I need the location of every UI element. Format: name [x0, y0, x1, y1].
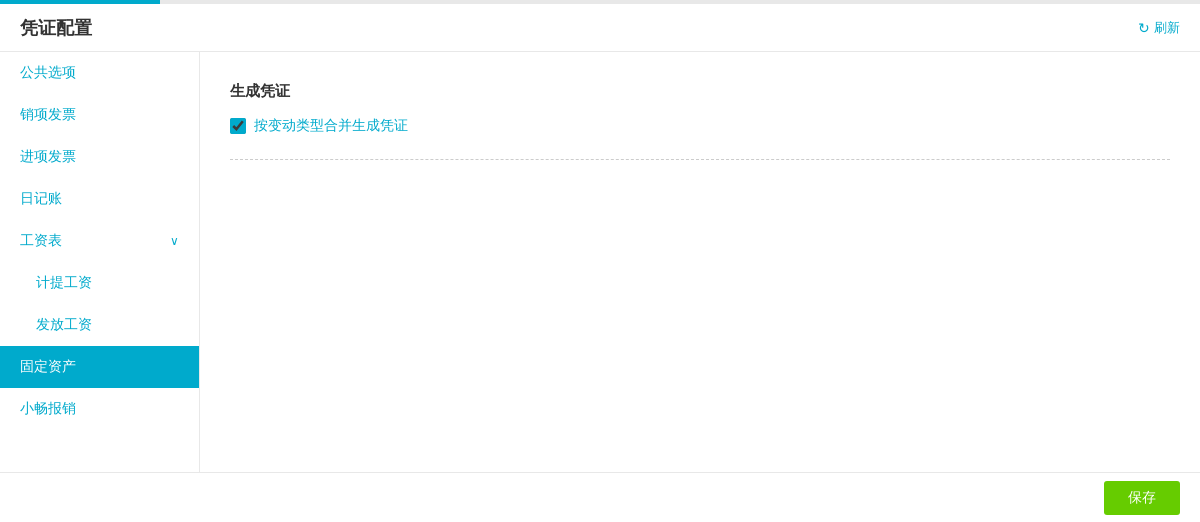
sidebar-item-purchase-invoice[interactable]: 进项发票 — [0, 136, 199, 178]
section-divider — [230, 159, 1170, 160]
sidebar-item-label: 公共选项 — [20, 64, 76, 82]
page-title: 凭证配置 — [20, 16, 92, 40]
sidebar-item-journal[interactable]: 日记账 — [0, 178, 199, 220]
sidebar-item-label: 日记账 — [20, 190, 62, 208]
chevron-down-icon: ∨ — [170, 234, 179, 248]
checkbox-row: 按变动类型合并生成凭证 — [230, 117, 1170, 135]
sidebar-item-fixed-assets[interactable]: 固定资产 — [0, 346, 199, 388]
sidebar-item-distribution-payroll[interactable]: 发放工资 — [0, 304, 199, 346]
sidebar-item-label: 销项发票 — [20, 106, 76, 124]
section-title: 生成凭证 — [230, 82, 1170, 101]
sidebar-item-label: 进项发票 — [20, 148, 76, 166]
page-footer: 保存 — [0, 472, 1200, 522]
sidebar-item-expense-reimbursement[interactable]: 小畅报销 — [0, 388, 199, 430]
refresh-button[interactable]: ↻ 刷新 — [1138, 19, 1180, 37]
sidebar-item-payroll-table[interactable]: 工资表 ∨ — [0, 220, 199, 262]
sidebar-item-sales-invoice[interactable]: 销项发票 — [0, 94, 199, 136]
sidebar-item-label: 计提工资 — [36, 274, 92, 292]
main-layout: 公共选项 销项发票 进项发票 日记账 工资表 ∨ 计提工资 发放工资 固定资产 … — [0, 52, 1200, 472]
save-button[interactable]: 保存 — [1104, 481, 1180, 515]
sidebar-item-commission-payroll[interactable]: 计提工资 — [0, 262, 199, 304]
checkbox-label[interactable]: 按变动类型合并生成凭证 — [254, 117, 408, 135]
refresh-icon: ↻ — [1138, 20, 1150, 36]
sidebar: 公共选项 销项发票 进项发票 日记账 工资表 ∨ 计提工资 发放工资 固定资产 … — [0, 52, 200, 472]
merge-by-type-checkbox[interactable] — [230, 118, 246, 134]
sidebar-item-label: 工资表 — [20, 232, 62, 250]
refresh-label: 刷新 — [1154, 19, 1180, 37]
sidebar-item-label: 固定资产 — [20, 358, 76, 376]
page-header: 凭证配置 ↻ 刷新 — [0, 4, 1200, 52]
sidebar-item-public-options[interactable]: 公共选项 — [0, 52, 199, 94]
sidebar-item-label: 小畅报销 — [20, 400, 76, 418]
content-area: 生成凭证 按变动类型合并生成凭证 — [200, 52, 1200, 472]
sidebar-item-label: 发放工资 — [36, 316, 92, 334]
